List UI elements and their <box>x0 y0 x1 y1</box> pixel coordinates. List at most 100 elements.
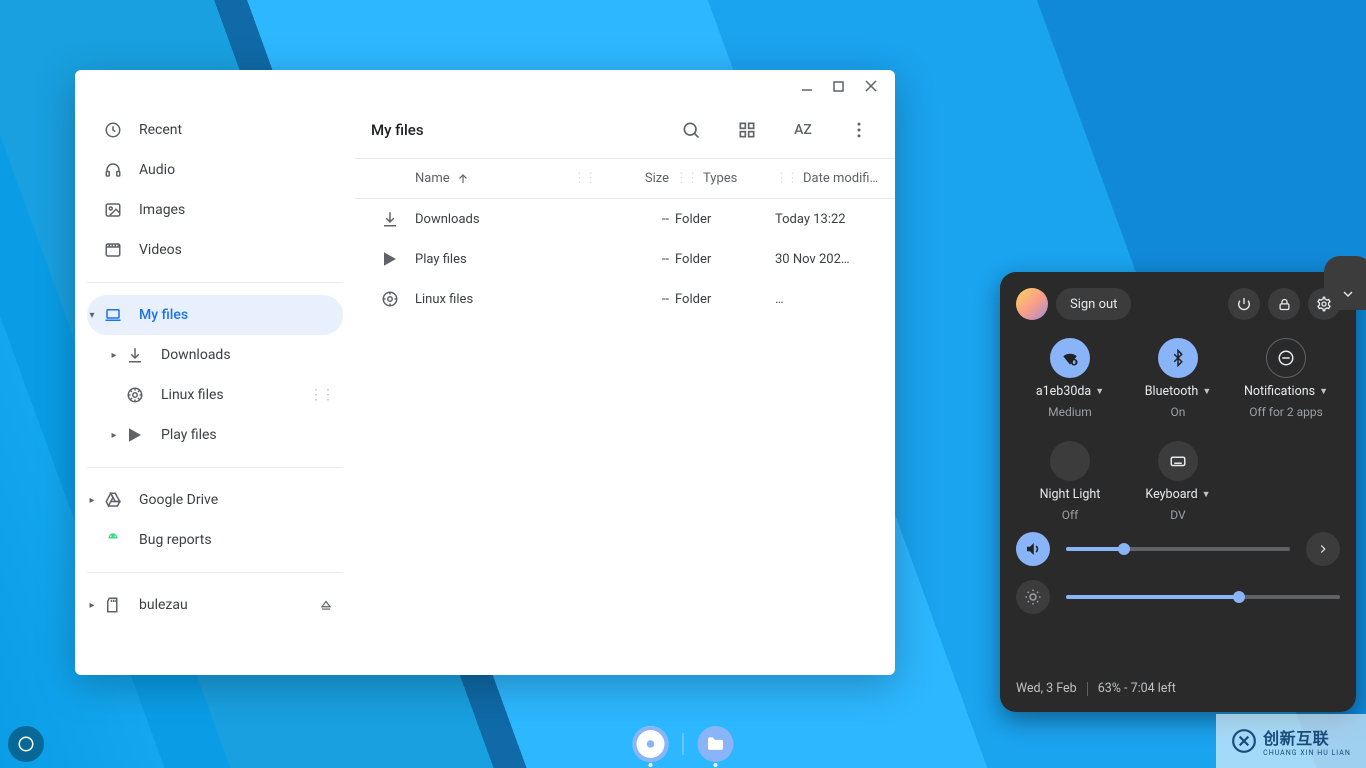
sidebar-item-label: bulezau <box>139 597 188 613</box>
cell-date: … <box>775 292 885 307</box>
image-icon <box>103 200 123 220</box>
sidebar-item-linux-files[interactable]: Linux files ⋮⋮ <box>87 375 343 415</box>
sidebar-item-label: Google Drive <box>139 492 218 508</box>
play-store-icon <box>365 250 415 268</box>
sidebar-item-images[interactable]: Images <box>87 190 343 230</box>
caret-down-icon: ▼ <box>1319 386 1328 397</box>
brightness-slider[interactable] <box>1066 595 1340 599</box>
caret-down-icon[interactable]: ▾ <box>87 310 97 320</box>
sidebar-item-audio[interactable]: Audio <box>87 150 343 190</box>
cell-date: 30 Nov 202… <box>775 252 885 267</box>
power-button[interactable] <box>1228 288 1260 320</box>
view-grid-button[interactable] <box>727 110 767 150</box>
volume-slider[interactable] <box>1066 547 1290 551</box>
sidebar-item-label: Linux files <box>161 387 224 403</box>
column-size[interactable]: Size <box>595 171 675 186</box>
settings-button[interactable] <box>1308 288 1340 320</box>
sidebar-item-google-drive[interactable]: ▸ Google Drive <box>87 480 343 520</box>
table-row[interactable]: Linux files -- Folder … <box>355 279 895 319</box>
cell-size: -- <box>595 292 675 307</box>
launcher-button[interactable] <box>8 726 44 762</box>
caret-right-icon[interactable]: ▸ <box>109 430 119 440</box>
brightness-row <box>1016 580 1340 614</box>
wifi-icon <box>1050 338 1090 378</box>
cell-type: Folder <box>675 252 775 267</box>
cell-name: Play files <box>415 252 595 267</box>
cell-name: Downloads <box>415 212 595 227</box>
google-drive-icon <box>103 490 123 510</box>
drag-handle-icon[interactable]: ⋮⋮ <box>309 387 333 403</box>
caret-down-icon: ▼ <box>1095 386 1104 397</box>
sidebar-item-play-files[interactable]: ▸ Play files <box>87 415 343 455</box>
audio-output-button[interactable] <box>1306 532 1340 566</box>
bluetooth-tile[interactable]: Bluetooth▼ On <box>1124 338 1232 419</box>
sidebar-item-label: Audio <box>139 162 175 178</box>
sidebar-item-videos[interactable]: Videos <box>87 230 343 270</box>
caret-down-icon: ▼ <box>1202 489 1211 500</box>
linux-icon <box>365 290 415 308</box>
sidebar-item-label: Videos <box>139 242 182 258</box>
keyboard-tile[interactable]: Keyboard▼ DV <box>1124 441 1232 522</box>
column-resize-handle[interactable]: ⋮⋮ <box>675 171 697 186</box>
window-maximize-button[interactable] <box>833 81 847 92</box>
quick-settings-footer: Wed, 3 Feb 63% - 7:04 left <box>1016 671 1340 696</box>
table-header: Name ⋮⋮ Size ⋮⋮ Types ⋮⋮ Date modifi… <box>355 159 895 199</box>
shelf-separator <box>683 733 684 755</box>
column-date[interactable]: ⋮⋮ Date modifi… <box>775 171 885 186</box>
brightness-button[interactable] <box>1016 580 1050 614</box>
search-button[interactable] <box>671 110 711 150</box>
download-icon <box>125 345 145 365</box>
headphones-icon <box>103 160 123 180</box>
do-not-disturb-icon <box>1266 338 1306 378</box>
window-minimize-button[interactable] <box>801 80 815 92</box>
sidebar-item-label: Downloads <box>161 347 231 363</box>
notifications-tile[interactable]: Notifications▼ Off for 2 apps <box>1232 338 1340 419</box>
lock-button[interactable] <box>1268 288 1300 320</box>
night-light-tile[interactable]: Night Light Off <box>1016 441 1124 522</box>
running-indicator-icon <box>714 763 718 767</box>
more-menu-button[interactable] <box>839 110 879 150</box>
clock-icon <box>103 120 123 140</box>
sidebar-item-label: My files <box>139 307 188 323</box>
caret-right-icon[interactable]: ▸ <box>109 350 119 360</box>
sign-out-button[interactable]: Sign out <box>1056 288 1131 320</box>
table-row[interactable]: Play files -- Folder 30 Nov 202… <box>355 239 895 279</box>
keyboard-icon <box>1158 441 1198 481</box>
sidebar: Recent Audio Images Videos <box>75 102 355 675</box>
cell-name: Linux files <box>415 292 595 307</box>
sidebar-item-bug-reports[interactable]: Bug reports <box>87 520 343 560</box>
night-light-icon <box>1050 441 1090 481</box>
eject-icon[interactable] <box>319 598 333 612</box>
watermark-badge: 创新互联 CHUANG XIN HU LIAN <box>1216 714 1366 768</box>
table-row[interactable]: Downloads -- Folder Today 13:22 <box>355 199 895 239</box>
shelf-app-files[interactable] <box>698 726 734 762</box>
running-indicator-icon <box>649 763 653 767</box>
film-icon <box>103 240 123 260</box>
column-resize-handle[interactable]: ⋮⋮ <box>775 171 797 186</box>
sort-button[interactable]: AZ <box>783 110 823 150</box>
caret-right-icon[interactable]: ▸ <box>87 495 97 505</box>
footer-battery: 63% - 7:04 left <box>1098 681 1176 696</box>
column-types[interactable]: ⋮⋮ Types <box>675 171 775 186</box>
window-close-button[interactable] <box>865 80 879 92</box>
column-resize-handle[interactable]: ⋮⋮ <box>573 171 595 186</box>
file-list-panel: My files AZ Name <box>355 102 895 675</box>
page-title: My files <box>371 121 424 139</box>
sidebar-item-my-files[interactable]: ▾ My files <box>87 295 343 335</box>
sidebar-item-external-drive[interactable]: ▸ bulezau <box>87 585 343 625</box>
caret-right-icon[interactable]: ▸ <box>87 600 97 610</box>
toolbar: My files AZ <box>355 102 895 158</box>
wifi-tile[interactable]: a1eb30da▼ Medium <box>1016 338 1124 419</box>
shelf-app-chrome[interactable] <box>633 726 669 762</box>
download-icon <box>365 210 415 228</box>
quick-settings-panel: Sign out a1eb30da▼ Medium Bluetooth▼ On <box>1000 272 1356 712</box>
sidebar-item-downloads[interactable]: ▸ Downloads <box>87 335 343 375</box>
sd-card-icon <box>103 595 123 615</box>
sidebar-item-recent[interactable]: Recent <box>87 110 343 150</box>
cell-type: Folder <box>675 212 775 227</box>
avatar[interactable] <box>1016 288 1048 320</box>
bluetooth-icon <box>1158 338 1198 378</box>
column-name[interactable]: Name ⋮⋮ <box>415 171 595 186</box>
volume-button[interactable] <box>1016 532 1050 566</box>
volume-row <box>1016 532 1340 566</box>
